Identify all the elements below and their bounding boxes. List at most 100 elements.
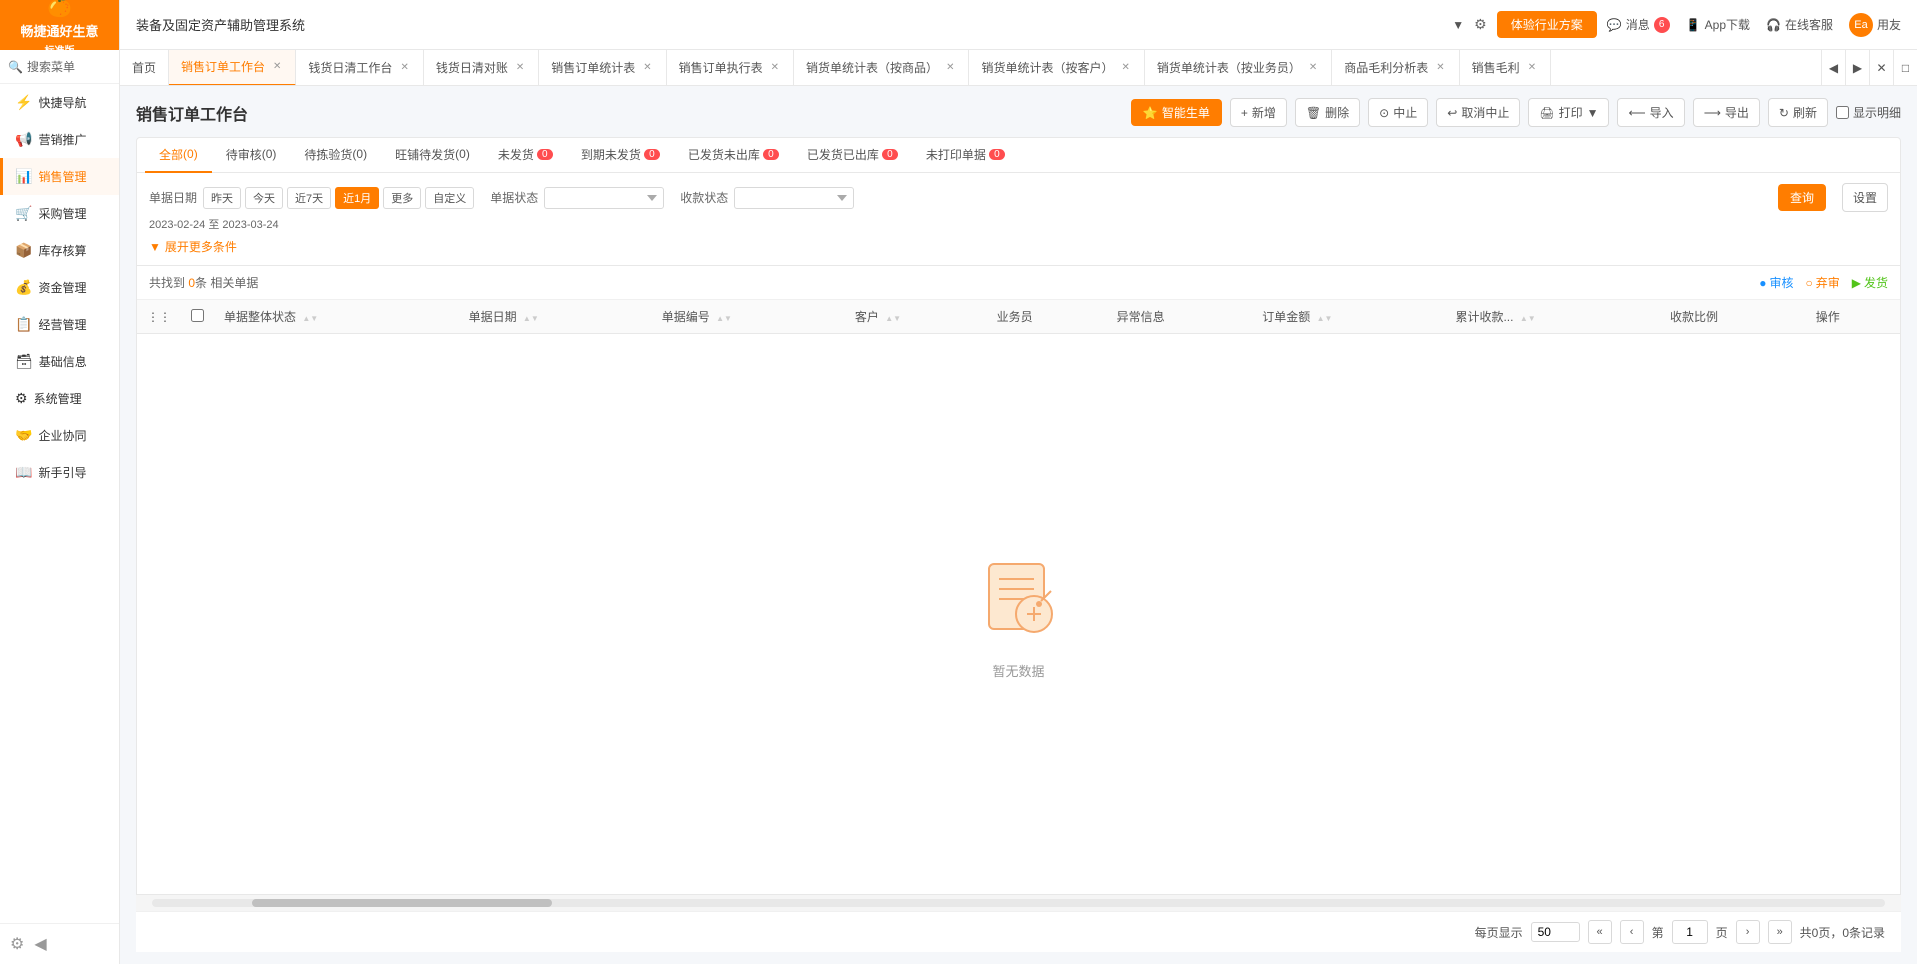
tab-sales-stat-staff[interactable]: 销货单统计表（按业务员） ✕ — [1145, 50, 1332, 86]
action-approve-btn[interactable]: ● 审核 — [1759, 274, 1793, 291]
tab-gross-margin[interactable]: 商品毛利分析表 ✕ — [1332, 50, 1459, 86]
col-customer[interactable]: 客户 ▲▼ — [845, 300, 987, 334]
tab-home[interactable]: 首页 — [120, 50, 169, 86]
action-cancel-btn[interactable]: ○ 弃审 — [1805, 274, 1839, 291]
sidebar-item-finance[interactable]: 💰 资金管理 — [0, 269, 119, 306]
sub-tab-shipped-out[interactable]: 已发货已出库 0 — [793, 137, 912, 173]
sub-tab-not-shipped[interactable]: 未发货 0 — [484, 137, 567, 173]
horizontal-scrollbar[interactable] — [136, 895, 1901, 911]
tab-sales-stat-staff-close[interactable]: ✕ — [1307, 60, 1319, 75]
col-date[interactable]: 单据日期 ▲▼ — [459, 300, 652, 334]
date-btn-today[interactable]: 今天 — [245, 187, 283, 209]
col-staff[interactable]: 业务员 — [987, 300, 1107, 334]
tab-cash-reconcile[interactable]: 钱货日清对账 ✕ — [424, 50, 539, 86]
page-input[interactable] — [1672, 920, 1708, 944]
tab-gross-margin-close[interactable]: ✕ — [1434, 60, 1446, 75]
sidebar-item-guide[interactable]: 📖 新手引导 — [0, 454, 119, 491]
sidebar-item-quick-nav[interactable]: ⚡ 快捷导航 — [0, 84, 119, 121]
payment-select[interactable] — [734, 187, 854, 209]
import-btn[interactable]: ⟵ 导入 — [1617, 98, 1684, 127]
sidebar-item-system[interactable]: ⚙ 系统管理 — [0, 380, 119, 417]
page-next-btn[interactable]: › — [1736, 920, 1760, 944]
sub-tab-pending-review[interactable]: 待审核(0) — [212, 137, 291, 173]
print-btn[interactable]: 🖨 打印 ▼ — [1528, 98, 1609, 127]
smart-create-btn[interactable]: ⭐ 智能生单 — [1131, 99, 1222, 126]
select-all-checkbox[interactable] — [191, 309, 204, 322]
query-btn[interactable]: 查询 — [1778, 184, 1826, 211]
date-btn-more[interactable]: 更多 — [383, 187, 421, 209]
reset-btn[interactable]: 设置 — [1842, 183, 1888, 212]
sidebar-item-marketing[interactable]: 📢 营销推广 — [0, 121, 119, 158]
tab-sales-exec[interactable]: 销售订单执行表 ✕ — [667, 50, 794, 86]
tab-expand[interactable]: □ — [1893, 50, 1917, 86]
page-last-btn[interactable]: » — [1768, 920, 1792, 944]
settings-icon[interactable]: ⚙ — [1474, 16, 1487, 33]
tab-sales-stat-close[interactable]: ✕ — [641, 60, 653, 75]
sidebar-settings-btn[interactable]: ⚙ — [10, 934, 24, 954]
tab-sales-stat-customer[interactable]: 销货单统计表（按客户） ✕ — [969, 50, 1144, 86]
col-status[interactable]: 单据整体状态 ▲▼ — [214, 300, 459, 334]
message-btn[interactable]: 💬 消息 6 — [1607, 16, 1670, 33]
tab-sales-stat-product-close[interactable]: ✕ — [944, 60, 956, 75]
sub-tab-shipped-not-out[interactable]: 已发货未出库 0 — [674, 137, 793, 173]
tab-sales-order[interactable]: 销售订单工作台 ✕ — [169, 50, 296, 86]
sidebar-item-base[interactable]: 🗃 基础信息 — [0, 343, 119, 380]
page-prev-btn[interactable]: ‹ — [1620, 920, 1644, 944]
user-profile-btn[interactable]: Ea 用友 — [1849, 13, 1901, 37]
sub-tab-wangpu[interactable]: 旺铺待发货(0) — [381, 137, 484, 173]
show-detail-checkbox[interactable] — [1836, 106, 1849, 119]
topbar-dropdown[interactable]: ▼ — [1452, 18, 1464, 32]
page-size-select[interactable]: 50 10 20 100 — [1531, 922, 1580, 942]
delete-btn[interactable]: 🗑 删除 — [1295, 98, 1360, 127]
tab-sales-stat-product[interactable]: 销货单统计表（按商品） ✕ — [794, 50, 969, 86]
tab-sales-profit[interactable]: 销售毛利 ✕ — [1460, 50, 1551, 86]
tab-close-all[interactable]: ✕ — [1869, 50, 1893, 86]
online-service-btn[interactable]: 🎧 在线客服 — [1766, 16, 1833, 33]
sub-tab-not-printed[interactable]: 未打印单据 0 — [912, 137, 1019, 173]
status-select[interactable] — [544, 187, 664, 209]
sidebar-item-sales[interactable]: 📊 销售管理 — [0, 158, 119, 195]
sub-tab-overdue-unshipped[interactable]: 到期未发货 0 — [567, 137, 674, 173]
scroll-thumb[interactable] — [252, 899, 552, 907]
date-btn-custom[interactable]: 自定义 — [425, 187, 474, 209]
date-btn-last1month[interactable]: 近1月 — [335, 187, 379, 209]
industry-btn[interactable]: 体验行业方案 — [1497, 11, 1597, 38]
tab-cash-reconcile-close[interactable]: ✕ — [514, 60, 526, 75]
tab-cash-daily[interactable]: 钱货日清工作台 ✕ — [296, 50, 423, 86]
cancel-stop-btn[interactable]: ↩ 取消中止 — [1436, 98, 1520, 127]
refresh-btn[interactable]: ↻ 刷新 — [1768, 98, 1828, 127]
tab-scroll-left[interactable]: ◀ — [1821, 50, 1845, 86]
date-btn-yesterday[interactable]: 昨天 — [203, 187, 241, 209]
show-detail-label[interactable]: 显示明细 — [1836, 104, 1901, 121]
col-ratio[interactable]: 收款比例 — [1660, 300, 1806, 334]
tab-sales-profit-close[interactable]: ✕ — [1526, 60, 1538, 75]
sub-tab-all[interactable]: 全部(0) — [145, 137, 212, 173]
col-cumulative[interactable]: 累计收款... ▲▼ — [1445, 300, 1660, 334]
date-btn-last7[interactable]: 近7天 — [287, 187, 331, 209]
tab-scroll-right[interactable]: ▶ — [1845, 50, 1869, 86]
tab-sales-stat-customer-close[interactable]: ✕ — [1119, 60, 1131, 75]
page-first-btn[interactable]: « — [1588, 920, 1612, 944]
tab-sales-stat-label: 销售订单统计表 — [551, 59, 635, 76]
sidebar-collapse-btn[interactable]: ◀ — [34, 934, 46, 954]
sidebar-item-purchase[interactable]: 🛒 采购管理 — [0, 195, 119, 232]
tab-sales-exec-close[interactable]: ✕ — [769, 60, 781, 75]
sidebar-item-inventory[interactable]: 📦 库存核算 — [0, 232, 119, 269]
expand-more-btn[interactable]: ▼ 展开更多条件 — [149, 238, 1888, 255]
tab-cash-daily-close[interactable]: ✕ — [398, 60, 410, 75]
app-download-btn[interactable]: 📱 App下载 — [1686, 16, 1750, 33]
action-ship-btn[interactable]: ▶ 发货 — [1852, 274, 1888, 291]
sidebar-item-enterprise[interactable]: 🤝 企业协同 — [0, 417, 119, 454]
col-number[interactable]: 单据编号 ▲▼ — [652, 300, 845, 334]
col-amount[interactable]: 订单金额 ▲▼ — [1252, 300, 1445, 334]
col-abnormal[interactable]: 异常信息 — [1107, 300, 1253, 334]
tab-sales-stat[interactable]: 销售订单统计表 ✕ — [539, 50, 666, 86]
sidebar-search[interactable]: 🔍 搜索菜单 — [0, 50, 119, 84]
tab-sales-order-close[interactable]: ✕ — [271, 59, 283, 74]
export-btn[interactable]: ⟶ 导出 — [1693, 98, 1760, 127]
sub-tab-pending-check[interactable]: 待拣验货(0) — [290, 137, 381, 173]
stop-btn[interactable]: ⊙ 中止 — [1368, 98, 1428, 127]
add-btn[interactable]: + 新增 — [1230, 98, 1287, 127]
col-check[interactable] — [181, 300, 214, 334]
sidebar-item-operations[interactable]: 📋 经营管理 — [0, 306, 119, 343]
